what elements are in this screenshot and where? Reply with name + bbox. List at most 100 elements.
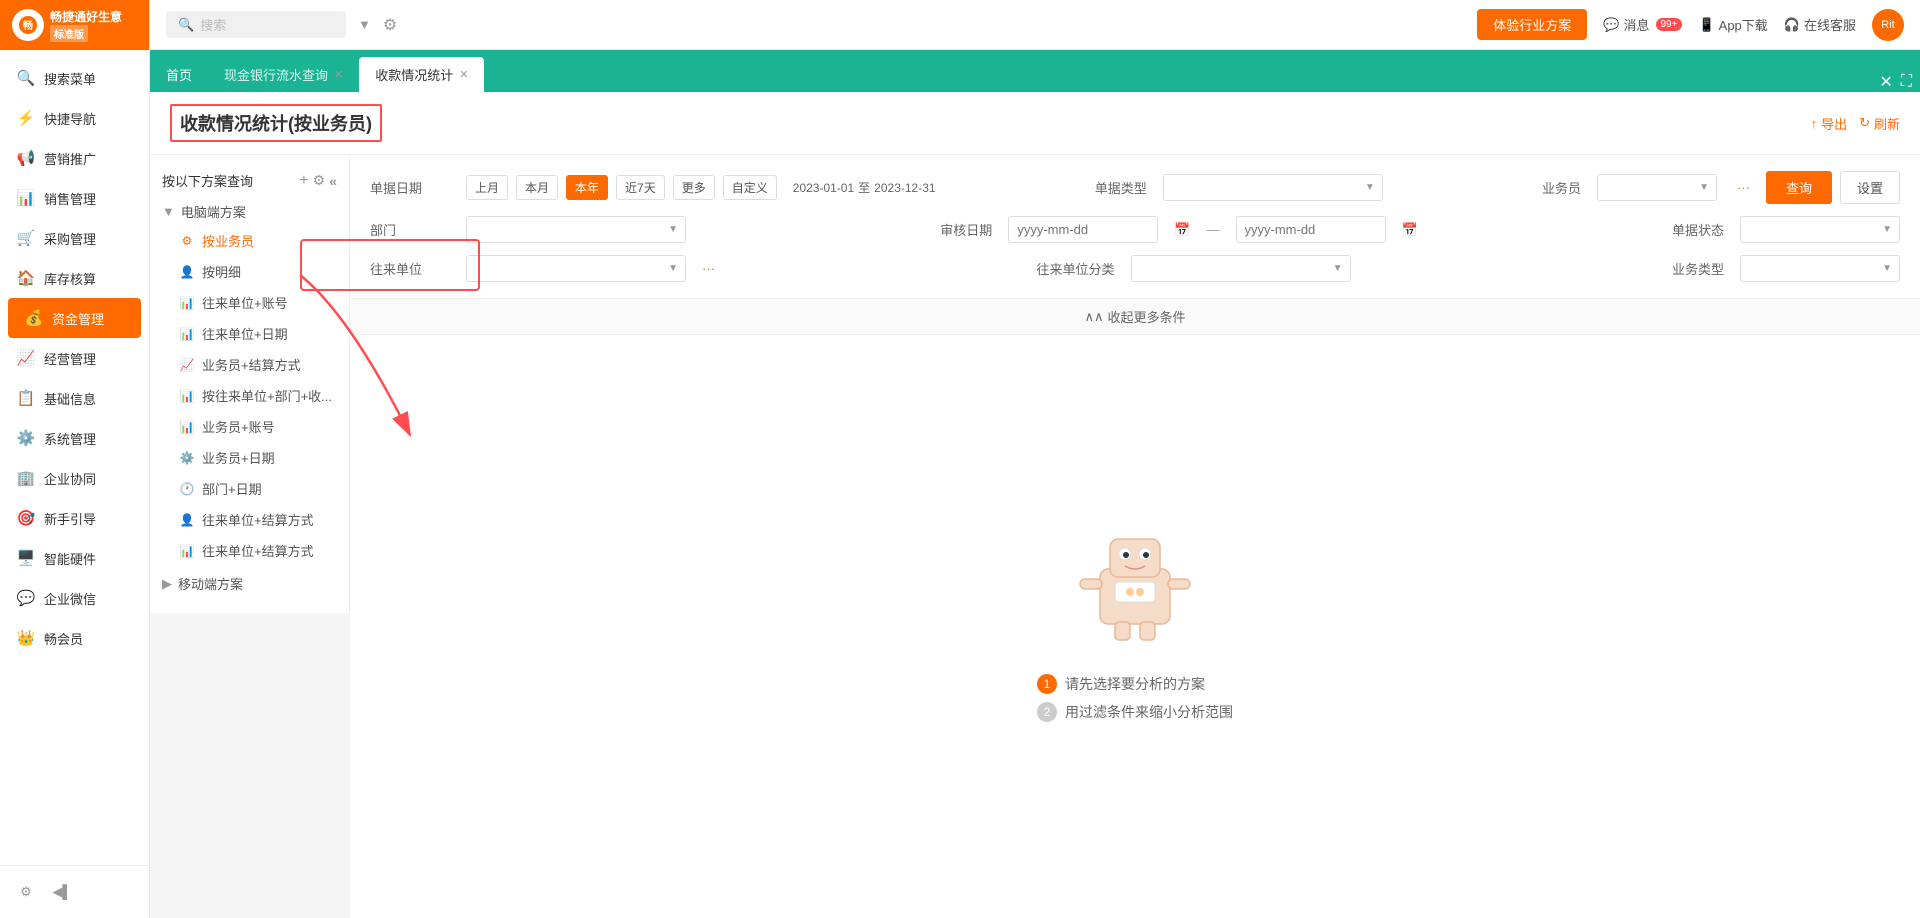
date-btn-more[interactable]: 更多 [673,175,715,200]
sidebar-item-member[interactable]: 👑 畅会员 [0,618,149,658]
date-btn-this-year[interactable]: 本年 [566,175,608,200]
scheme-item-partner-payment2[interactable]: 📊 往来单位+结算方式 [150,535,349,566]
export-button[interactable]: ↑ 导出 [1811,114,1848,133]
sidebar-item-wechat[interactable]: 💬 企业微信 [0,578,149,618]
sidebar-item-operations[interactable]: 📈 经营管理 [0,338,149,378]
left-panel-title: 按以下方案查询 [162,171,253,190]
collapse-sidebar-icon[interactable]: ◀▌ [48,878,76,906]
salesperson-active-icon: ⚙ [178,232,196,250]
scheme-item-detail[interactable]: 👤 按明细 [150,256,349,287]
date-to: 2023-12-31 [874,181,935,195]
app-download-action[interactable]: 📱 App下载 [1698,15,1767,34]
empty-step-2: 2 用过滤条件来缩小分析范围 [1037,702,1233,722]
review-date-to-input[interactable] [1236,216,1386,243]
date-btn-7days[interactable]: 近7天 [616,175,665,200]
scheme-item-partner-account[interactable]: 📊 往来单位+账号 [150,287,349,318]
calendar-icon-to[interactable]: 📅 [1402,222,1418,238]
scheme-collapse-icon[interactable]: « [329,173,337,189]
salesperson-select[interactable] [1597,174,1717,201]
basic-info-icon: 📋 [16,388,36,408]
dept-select[interactable] [466,216,686,243]
doc-status-select[interactable] [1740,216,1900,243]
sidebar-item-finance[interactable]: 💰 资金管理 [8,298,141,338]
doc-type-select-wrapper [1163,174,1383,201]
scheme-item-dept-date[interactable]: 🕐 部门+日期 [150,473,349,504]
set-button[interactable]: 设置 [1840,171,1900,204]
refresh-button[interactable]: ↻ 刷新 [1859,114,1900,133]
tab-bank-flow[interactable]: 现金银行流水查询 ✕ [208,57,359,92]
sidebar-label-finance: 资金管理 [52,309,104,328]
partner-date-icon: 📊 [178,325,196,343]
online-service-icon: 🎧 [1784,17,1800,33]
date-dash: — [1207,222,1220,237]
scheme-item-salesperson[interactable]: ⚙ 按业务员 [150,225,349,256]
topbar-search-box[interactable]: 🔍 搜索 [166,11,346,38]
partner-category-select[interactable] [1131,255,1351,282]
sidebar-item-inventory[interactable]: 🏠 库存核算 [0,258,149,298]
scheme-item-partner-dept[interactable]: 📊 按往来单位+部门+收... [150,380,349,411]
sidebar-item-basic-info[interactable]: 📋 基础信息 [0,378,149,418]
scheme-item-partner-payment1[interactable]: 👤 往来单位+结算方式 [150,504,349,535]
review-date-from-input[interactable] [1008,216,1158,243]
scheme-item-salesperson-payment[interactable]: 📈 业务员+结算方式 [150,349,349,380]
sidebar-label-sales: 销售管理 [44,189,96,208]
tab-bank-flow-close[interactable]: ✕ [334,68,343,81]
date-range-display: 2023-01-01 至 2023-12-31 [793,179,936,196]
date-btn-this-month[interactable]: 本月 [516,175,558,200]
date-btn-last-month[interactable]: 上月 [466,175,508,200]
tab-home[interactable]: 首页 [150,57,208,92]
sidebar-item-quicknav[interactable]: ⚡ 快捷导航 [0,98,149,138]
tabs-close-all-icon[interactable]: ✕ [1879,72,1892,92]
purchase-icon: 🛒 [16,228,36,248]
marketing-icon: 📢 [16,148,36,168]
step-2-text: 用过滤条件来缩小分析范围 [1065,702,1233,722]
empty-state: 1 请先选择要分析的方案 2 用过滤条件来缩小分析范围 [350,335,1920,918]
message-label: 消息 [1623,15,1649,34]
doc-type-select[interactable] [1163,174,1383,201]
left-panel-actions: + ⚙ « [299,172,337,190]
topbar-gear-icon[interactable]: ⚙ [383,15,397,35]
add-scheme-button[interactable]: + [299,172,308,190]
partner-payment2-icon: 📊 [178,542,196,560]
date-btn-custom[interactable]: 自定义 [723,175,777,200]
tabs-maximize-icon[interactable]: ⛶ [1901,73,1912,91]
business-type-select[interactable] [1740,255,1900,282]
scheme-settings-icon[interactable]: ⚙ [313,172,326,189]
user-avatar[interactable]: Rit [1872,9,1904,41]
calendar-icon-from[interactable]: 📅 [1174,222,1190,238]
collapse-button[interactable]: ∧∧ 收起更多条件 [1084,307,1185,326]
scheme-item-salesperson-account[interactable]: 📊 业务员+账号 [150,411,349,442]
sales-icon: 📊 [16,188,36,208]
sidebar-item-marketing[interactable]: 📢 营销推广 [0,138,149,178]
partner-select[interactable] [466,255,686,282]
sidebar-item-search[interactable]: 🔍 搜索菜单 [0,58,149,98]
sidebar-item-guide[interactable]: 🎯 新手引导 [0,498,149,538]
message-action[interactable]: 💬 消息 99+ [1603,15,1682,34]
partner-payment1-icon: 👤 [178,511,196,529]
sidebar-item-system[interactable]: ⚙️ 系统管理 [0,418,149,458]
desktop-group-title[interactable]: ▼ 电脑端方案 [150,198,349,225]
tab-receipt-stat[interactable]: 收款情况统计 ✕ [359,57,484,92]
topbar-dropdown-icon[interactable]: ▼ [358,17,371,32]
online-service-action[interactable]: 🎧 在线客服 [1784,15,1856,34]
industry-solution-button[interactable]: 体验行业方案 [1477,9,1587,40]
settings-bottom-icon[interactable]: ⚙ [12,878,40,906]
query-button[interactable]: 查询 [1766,171,1832,204]
sidebar-item-sales[interactable]: 📊 销售管理 [0,178,149,218]
review-date-label: 审核日期 [940,220,992,239]
page-title: 收款情况统计(按业务员) [170,104,382,142]
salesperson-more-icon[interactable]: ··· [1737,180,1750,195]
tab-receipt-stat-close[interactable]: ✕ [459,68,468,81]
right-panel: 单据日期 上月 本月 本年 近7天 更多 自定义 2023-01-01 至 [350,155,1920,918]
scheme-item-salesperson-date[interactable]: ⚙️ 业务员+日期 [150,442,349,473]
step-1-num: 1 [1037,674,1057,694]
sidebar-item-hardware[interactable]: 🖥️ 智能硬件 [0,538,149,578]
left-panel-header: 按以下方案查询 + ⚙ « [150,167,349,198]
mobile-group-title[interactable]: ▶ 移动端方案 [150,570,349,597]
message-icon: 💬 [1603,17,1619,33]
wechat-icon: 💬 [16,588,36,608]
scheme-item-partner-date[interactable]: 📊 往来单位+日期 [150,318,349,349]
sidebar-item-enterprise[interactable]: 🏢 企业协同 [0,458,149,498]
sidebar-item-purchase[interactable]: 🛒 采购管理 [0,218,149,258]
partner-more-icon[interactable]: ··· [702,261,715,276]
